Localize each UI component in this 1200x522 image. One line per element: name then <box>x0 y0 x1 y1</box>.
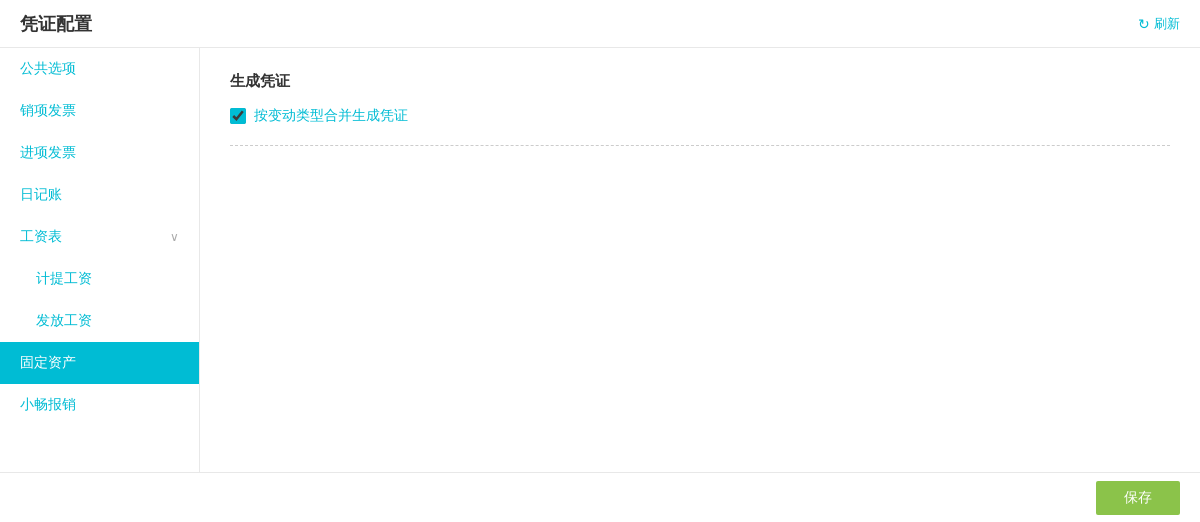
merge-by-type-checkbox[interactable] <box>230 108 246 124</box>
sidebar-label-payroll-distribute: 发放工资 <box>36 312 92 330</box>
refresh-label: 刷新 <box>1154 15 1180 33</box>
main-layout: 公共选项销项发票进项发票日记账工资表 ∨ 计提工资发放工资固定资产小畅报销 生成凭证… <box>0 48 1200 472</box>
header: 凭证配置 ↻ 刷新 <box>0 0 1200 48</box>
sidebar-label-journal: 日记账 <box>20 186 62 204</box>
sidebar-label-fixed-assets: 固定资产 <box>20 354 76 372</box>
sidebar-item-sales-invoice[interactable]: 销项发票 <box>0 90 199 132</box>
refresh-icon: ↻ <box>1138 16 1150 32</box>
sidebar-label-purchase-invoice: 进项发票 <box>20 144 76 162</box>
sidebar-item-payroll-commission[interactable]: 计提工资 <box>0 258 199 300</box>
sidebar-item-purchase-invoice[interactable]: 进项发票 <box>0 132 199 174</box>
sidebar-label-expense-report: 小畅报销 <box>20 396 76 414</box>
sidebar-label-sales-invoice: 销项发票 <box>20 102 76 120</box>
sidebar-item-journal[interactable]: 日记账 <box>0 174 199 216</box>
sidebar-item-expense-report[interactable]: 小畅报销 <box>0 384 199 426</box>
section-title: 生成凭证 <box>230 72 1170 91</box>
sidebar-item-payroll-table[interactable]: 工资表 ∨ <box>0 216 199 258</box>
chevron-down-icon: ∨ <box>170 230 179 244</box>
refresh-button[interactable]: ↻ 刷新 <box>1138 15 1180 33</box>
sidebar-item-public-options[interactable]: 公共选项 <box>0 48 199 90</box>
sidebar-label-payroll-table: 工资表 <box>20 228 62 246</box>
merge-by-type-label[interactable]: 按变动类型合并生成凭证 <box>254 107 408 125</box>
divider <box>230 145 1170 146</box>
sidebar: 公共选项销项发票进项发票日记账工资表 ∨ 计提工资发放工资固定资产小畅报销 <box>0 48 200 472</box>
page-title: 凭证配置 <box>20 12 92 36</box>
sidebar-item-fixed-assets[interactable]: 固定资产 <box>0 342 199 384</box>
sidebar-label-public-options: 公共选项 <box>20 60 76 78</box>
sidebar-item-payroll-distribute[interactable]: 发放工资 <box>0 300 199 342</box>
page-wrapper: 凭证配置 ↻ 刷新 公共选项销项发票进项发票日记账工资表 ∨ 计提工资发放工资固定资… <box>0 0 1200 522</box>
footer: 保存 <box>0 472 1200 522</box>
checkbox-row: 按变动类型合并生成凭证 <box>230 107 1170 125</box>
save-button[interactable]: 保存 <box>1096 481 1180 515</box>
sidebar-label-payroll-commission: 计提工资 <box>36 270 92 288</box>
content-area: 生成凭证 按变动类型合并生成凭证 <box>200 48 1200 472</box>
